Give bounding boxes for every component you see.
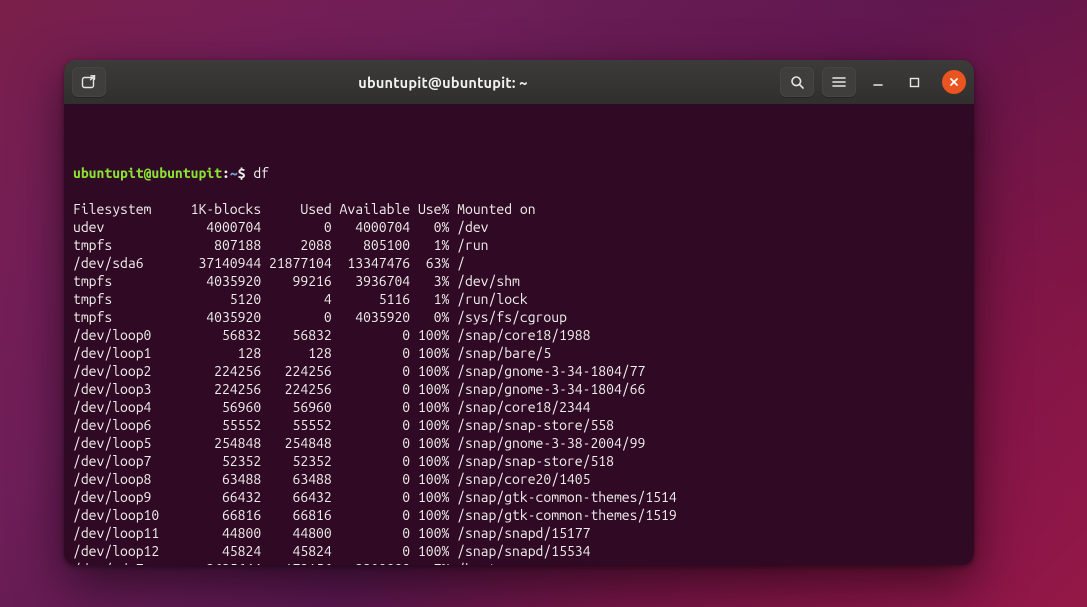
titlebar[interactable]: ubuntupit@ubuntupit: ~ (64, 60, 974, 104)
search-button[interactable] (780, 67, 814, 97)
minimize-button[interactable] (864, 67, 892, 97)
maximize-icon (909, 77, 920, 88)
search-icon (790, 75, 805, 90)
terminal-scroll[interactable]: ubuntupit@ubuntupit:~$ df Filesystem 1K-… (73, 146, 965, 565)
maximize-button[interactable] (900, 67, 928, 97)
prompt-colon: : (222, 165, 230, 181)
minimize-icon (872, 76, 884, 88)
close-icon (949, 77, 959, 87)
terminal-body[interactable]: ubuntupit@ubuntupit:~$ df Filesystem 1K-… (64, 104, 974, 565)
prompt-user: ubuntupit (73, 165, 144, 181)
df-output: Filesystem 1K-blocks Used Available Use%… (73, 201, 677, 565)
new-tab-button[interactable] (72, 67, 106, 97)
close-button[interactable] (942, 70, 966, 94)
hamburger-icon (832, 76, 846, 88)
new-tab-icon (81, 75, 97, 89)
prompt-host: ubuntupit (151, 165, 222, 181)
prompt-line: ubuntupit@ubuntupit:~$ df (73, 164, 965, 182)
prompt-dollar: $ (238, 165, 254, 181)
desktop-wallpaper: ubuntupit@ubuntupit: ~ (0, 0, 1087, 607)
command-text: df (253, 165, 269, 181)
menu-button[interactable] (822, 67, 856, 97)
terminal-window: ubuntupit@ubuntupit: ~ (64, 60, 974, 565)
prompt-path: ~ (230, 165, 238, 181)
window-title: ubuntupit@ubuntupit: ~ (106, 74, 780, 91)
